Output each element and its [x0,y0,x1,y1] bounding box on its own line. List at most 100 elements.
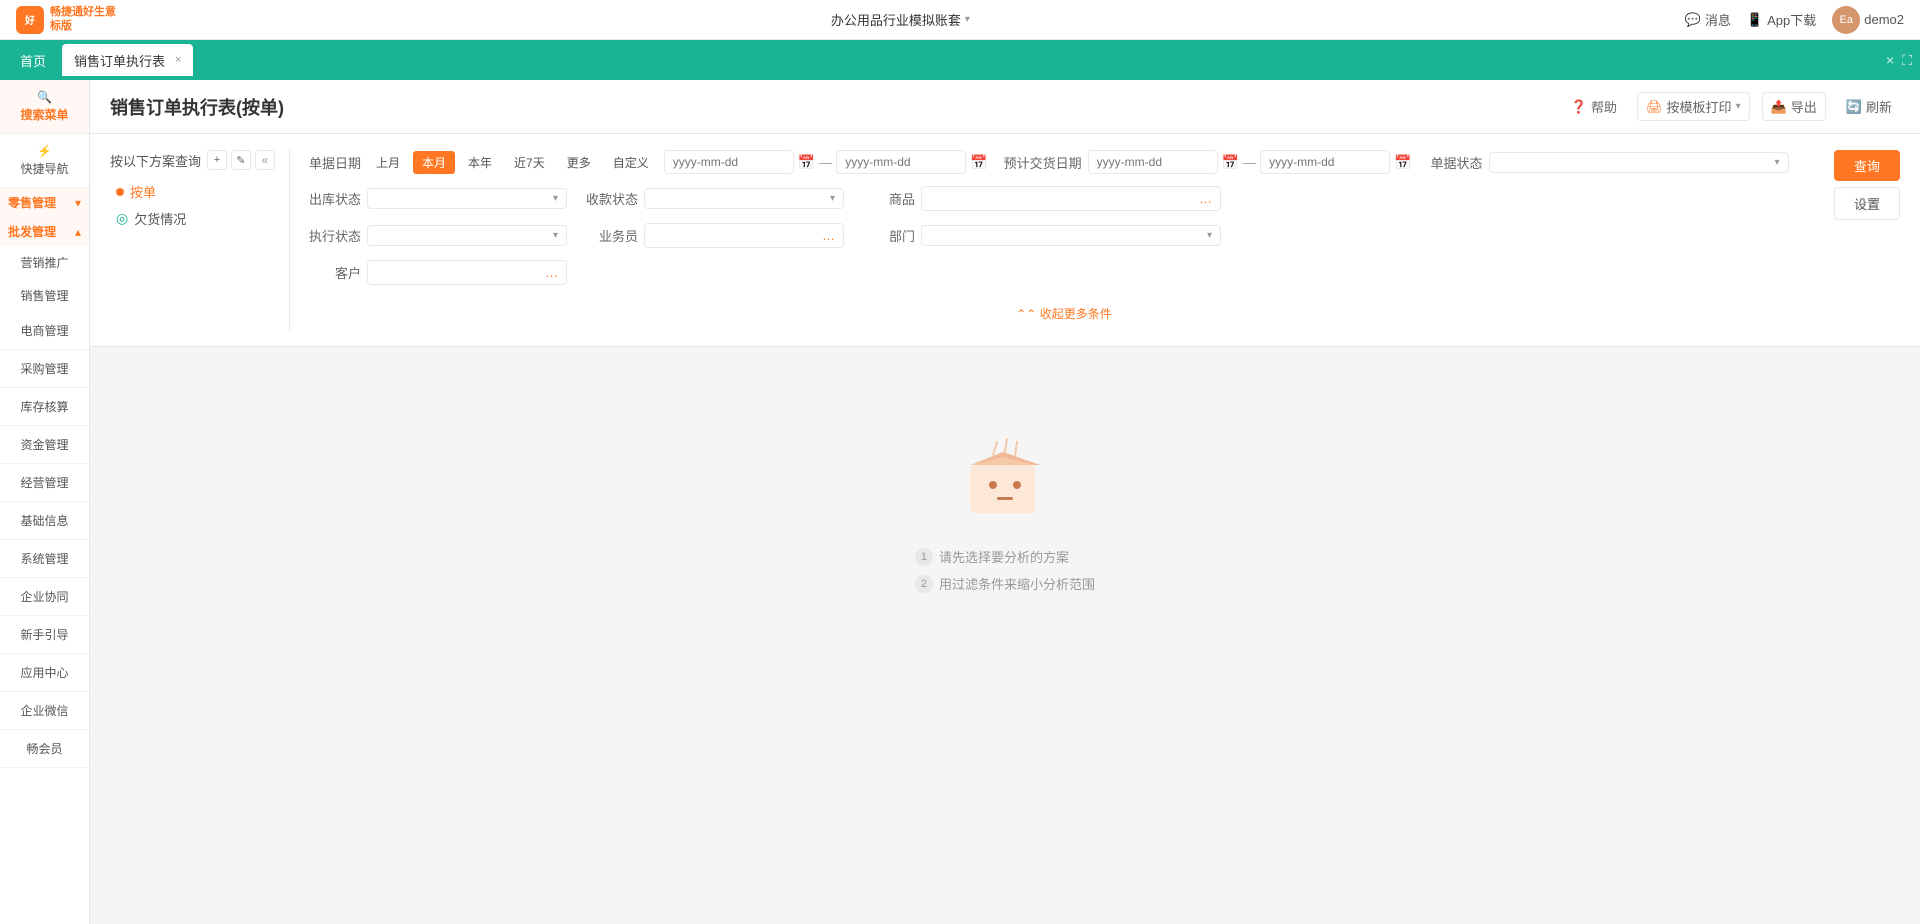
bill-status-select[interactable]: ▾ [1489,152,1789,173]
collapse-more-bar[interactable]: ⌃⌃ 收起更多条件 [306,297,1822,330]
sidebar-item-basic-info[interactable]: 基础信息 [0,502,89,540]
date-label: 单据日期 [306,153,361,172]
print-icon: 🖨 [1646,99,1663,115]
quicknav-icon: ⚡ [37,144,52,158]
sidebar-item-inventory[interactable]: 库存核算 [0,388,89,426]
settings-button[interactable]: 设置 [1834,187,1900,220]
expected-cal-to-icon[interactable]: 📅 [1394,154,1411,171]
more-dates-btn[interactable]: 更多 [558,151,600,174]
department-select[interactable]: ▾ [921,225,1221,246]
sidebar-item-enterprise-wechat[interactable]: 企业微信 [0,692,89,730]
expected-from-input[interactable] [1088,150,1218,174]
payment-status-arrow: ▾ [830,193,835,204]
scheme-edit-button[interactable]: ✎ [231,150,251,170]
salesperson-select[interactable]: … [644,223,844,248]
date-range-separator: — [819,155,832,170]
recent7-btn[interactable]: 近7天 [505,151,554,174]
sidebar-item-enterprise-collab[interactable]: 企业协同 [0,578,89,616]
scheme-header-icons: + ✎ « [207,150,275,170]
cur-month-btn[interactable]: 本月 [413,151,455,174]
scheme-item-shortage[interactable]: ◎ 欠货情况 [110,205,277,232]
date-filter-field: 单据日期 上月 本月 本年 近7天 更多 自定义 � [306,150,988,174]
filter-panel-inner: 按以下方案查询 + ✎ « [110,150,1900,330]
product-field: 商品 … [860,186,1221,211]
expected-delivery-range: 📅 — 📅 [1088,150,1412,174]
bill-status-arrow: ▾ [1775,157,1780,168]
salesperson-more-icon[interactable]: … [822,228,835,243]
delivery-status-label: 出库状态 [306,189,361,208]
user-profile[interactable]: Ea demo2 [1832,6,1904,34]
nav-dropdown-arrow[interactable]: ▾ [965,14,970,25]
expected-to-input[interactable] [1260,150,1390,174]
page-title: 销售订单执行表(按单) [110,94,284,120]
sidebar-item-vip[interactable]: 畅会员 [0,730,89,768]
hint-num-2: 2 [915,575,933,593]
product-more-icon[interactable]: … [1199,191,1212,206]
app-download-button[interactable]: 📱 App下载 [1747,10,1816,29]
customer-select[interactable]: … [367,260,567,285]
topbar-right: 💬 消息 📱 App下载 Ea demo2 [1685,6,1904,34]
scheme-collapse-button[interactable]: « [255,150,275,170]
scheme-item-by-order[interactable]: 按单 [110,178,277,205]
date-from-input[interactable] [664,150,794,174]
expected-cal-from-icon[interactable]: 📅 [1222,154,1239,171]
customer-field: 客户 … [306,260,567,285]
department-label: 部门 [860,226,915,245]
sidebar-item-app-center[interactable]: 应用中心 [0,654,89,692]
filter-main: 单据日期 上月 本月 本年 近7天 更多 自定义 � [290,150,1822,330]
payment-status-label: 收款状态 [583,189,638,208]
sidebar-item-finance[interactable]: 资金管理 [0,426,89,464]
download-icon: 📱 [1747,12,1763,28]
delivery-status-select[interactable]: ▾ [367,188,567,209]
execution-status-select[interactable]: ▾ [367,225,567,246]
filter-row-4: 客户 … [306,260,1822,285]
message-icon: 💬 [1685,12,1701,28]
chevron-up-icon: ▴ [75,225,81,239]
hint-num-1: 1 [915,548,933,566]
maximize-button[interactable]: ⛶ [1902,52,1912,69]
filter-panel: 按以下方案查询 + ✎ « [90,134,1920,347]
cur-year-btn[interactable]: 本年 [459,151,501,174]
scheme-header: 按以下方案查询 + ✎ « [110,150,277,170]
tab-sales-execution[interactable]: 销售订单执行表 × [62,44,193,76]
sidebar-item-sales[interactable]: 销售管理 [0,279,89,312]
sidebar-item-ecommerce[interactable]: 电商管理 [0,312,89,350]
tab-home[interactable]: 首页 [8,44,58,76]
calendar-to-icon[interactable]: 📅 [970,154,987,171]
prev-month-btn[interactable]: 上月 [367,151,409,174]
main-layout: 🔍 搜索菜单 ⚡ 快捷导航 零售管理 ▾ 批发管理 ▴ 营销推广 销售管理 电商… [0,80,1920,924]
expected-range-sep: — [1243,155,1256,170]
refresh-button[interactable]: 🔄 刷新 [1838,93,1900,120]
sidebar-item-operations[interactable]: 经营管理 [0,464,89,502]
calendar-from-icon[interactable]: 📅 [798,154,815,171]
message-button[interactable]: 💬 消息 [1685,10,1731,29]
sidebar-item-quicknav[interactable]: ⚡ 快捷导航 [0,134,89,188]
empty-illustration [955,427,1055,527]
print-button[interactable]: 🖨 按模板打印 ▾ [1637,92,1750,121]
help-button[interactable]: ❓ 帮助 [1563,93,1625,120]
export-button[interactable]: 📤 导出 [1762,92,1826,121]
query-button[interactable]: 查询 [1834,150,1900,181]
sidebar: 🔍 搜索菜单 ⚡ 快捷导航 零售管理 ▾ 批发管理 ▴ 营销推广 销售管理 电商… [0,80,90,924]
sidebar-item-wholesale[interactable]: 批发管理 ▴ [0,217,89,246]
scheme-add-button[interactable]: + [207,150,227,170]
empty-icon [955,427,1055,527]
custom-date-btn[interactable]: 自定义 [604,151,658,174]
customer-more-icon[interactable]: … [545,265,558,280]
product-select[interactable]: … [921,186,1221,211]
sidebar-item-retail[interactable]: 零售管理 ▾ [0,188,89,217]
minimize-button[interactable]: × [1886,52,1894,69]
logo-icon: 好 [16,6,44,34]
sidebar-item-system[interactable]: 系统管理 [0,540,89,578]
sidebar-item-purchase[interactable]: 采购管理 [0,350,89,388]
payment-status-select[interactable]: ▾ [644,188,844,209]
export-icon: 📤 [1771,99,1787,115]
date-to-input[interactable] [836,150,966,174]
topbar: 好 畅捷通好生意 标版 办公用品行业模拟账套 ▾ 💬 消息 📱 App下载 Ea… [0,0,1920,40]
sidebar-item-new-user[interactable]: 新手引导 [0,616,89,654]
payment-status-field: 收款状态 ▾ [583,188,844,209]
sidebar-item-marketing[interactable]: 营销推广 [0,246,89,279]
tab-close-icon[interactable]: × [175,54,181,66]
refresh-icon: 🔄 [1846,99,1862,115]
sidebar-item-search[interactable]: 🔍 搜索菜单 [0,80,89,134]
